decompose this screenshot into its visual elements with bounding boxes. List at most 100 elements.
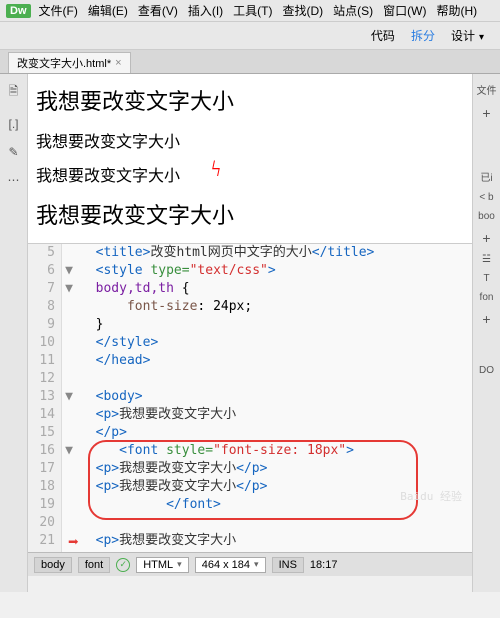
- line-number: 6: [28, 262, 62, 280]
- code-line[interactable]: 10 </style>: [28, 334, 472, 352]
- fold-caret[interactable]: [62, 424, 76, 442]
- brackets-icon[interactable]: [.]: [8, 117, 18, 131]
- status-ok-icon[interactable]: ✓: [116, 558, 130, 572]
- breadcrumb-body[interactable]: body: [34, 557, 72, 573]
- fold-caret[interactable]: [62, 496, 76, 514]
- code-line[interactable]: 6▼ <style type="text/css">: [28, 262, 472, 280]
- panel-boo-label[interactable]: boo: [478, 211, 495, 222]
- breadcrumb-font[interactable]: font: [78, 557, 110, 573]
- line-number: 12: [28, 370, 62, 388]
- menu-tools[interactable]: 工具(T): [233, 2, 272, 19]
- plus-icon-3[interactable]: +: [482, 311, 490, 327]
- line-number: 13: [28, 388, 62, 406]
- fold-caret[interactable]: [62, 244, 76, 262]
- line-number: 19: [28, 496, 62, 514]
- fold-caret[interactable]: [62, 334, 76, 352]
- code-view-button[interactable]: 代码: [371, 27, 395, 44]
- line-number: 14: [28, 406, 62, 424]
- preview-line-2[interactable]: 我想要改变文字大小: [36, 128, 464, 152]
- panel-body-label[interactable]: < b: [479, 192, 493, 203]
- menu-window[interactable]: 窗口(W): [383, 2, 426, 19]
- code-line[interactable]: 20: [28, 514, 472, 532]
- fold-caret[interactable]: [62, 478, 76, 496]
- dimensions-select[interactable]: 464 x 184: [195, 557, 266, 573]
- text-icon[interactable]: T: [483, 273, 489, 284]
- fold-caret[interactable]: ▼: [62, 388, 76, 406]
- line-number: 10: [28, 334, 62, 352]
- app-logo: Dw: [6, 4, 31, 18]
- panel-dom-label[interactable]: DO: [479, 365, 494, 376]
- status-bar: body font ✓ HTML 464 x 184 INS 18:17: [28, 552, 472, 576]
- menu-site[interactable]: 站点(S): [333, 2, 373, 19]
- fold-caret[interactable]: [62, 298, 76, 316]
- file-icon[interactable]: 🗎: [9, 82, 19, 103]
- menu-file[interactable]: 文件(F): [39, 2, 78, 19]
- fold-caret[interactable]: [62, 352, 76, 370]
- code-line[interactable]: 13▼ <body>: [28, 388, 472, 406]
- code-line[interactable]: 15 </p>: [28, 424, 472, 442]
- fold-caret[interactable]: ▼: [62, 262, 76, 280]
- plus-icon-2[interactable]: +: [482, 230, 490, 246]
- menu-find[interactable]: 查找(D): [282, 2, 323, 19]
- line-number: 9: [28, 316, 62, 334]
- menu-help[interactable]: 帮助(H): [436, 2, 477, 19]
- code-line[interactable]: 22 </p>: [28, 550, 472, 552]
- tab-title: 改变文字大小.html*: [17, 55, 111, 71]
- insert-mode[interactable]: INS: [272, 557, 304, 573]
- panel-font-label[interactable]: fon: [480, 292, 494, 303]
- fold-caret[interactable]: [62, 316, 76, 334]
- code-line[interactable]: 7▼ body,td,th {: [28, 280, 472, 298]
- line-number: 11: [28, 352, 62, 370]
- split-view-button[interactable]: 拆分: [411, 27, 435, 44]
- fold-caret[interactable]: [62, 370, 76, 388]
- line-number: 20: [28, 514, 62, 532]
- line-number: 15: [28, 424, 62, 442]
- document-tabbar: 改变文字大小.html* ×: [0, 50, 500, 74]
- fold-caret[interactable]: [62, 406, 76, 424]
- code-line[interactable]: 16▼ <font style="font-size: 18px">: [28, 442, 472, 460]
- fold-caret[interactable]: ▼: [62, 280, 76, 298]
- line-number: 17: [28, 460, 62, 478]
- code-line[interactable]: 12: [28, 370, 472, 388]
- line-number: 18: [28, 478, 62, 496]
- more-icon[interactable]: ⋯: [8, 173, 20, 187]
- fold-caret[interactable]: ▼: [62, 442, 76, 460]
- code-line[interactable]: 9 }: [28, 316, 472, 334]
- line-number: 21: [28, 532, 62, 550]
- design-view-dropdown[interactable]: 设计: [451, 27, 484, 44]
- preview-line-4[interactable]: 我想要改变文字大小: [36, 198, 464, 230]
- left-toolbar: 🗎 [.] ✎ ⋯: [0, 74, 28, 592]
- menu-insert[interactable]: 插入(I): [188, 2, 223, 19]
- menu-view[interactable]: 查看(V): [138, 2, 178, 19]
- code-line[interactable]: 17 <p>我想要改变文字大小</p>: [28, 460, 472, 478]
- bolt-icon: ϟ: [211, 156, 221, 182]
- line-number: 16: [28, 442, 62, 460]
- preview-line-3[interactable]: 我想要改变文字大小: [36, 168, 180, 185]
- panel-files-label[interactable]: 文件: [477, 82, 497, 97]
- watermark: Baidu 经验: [400, 488, 462, 504]
- plus-icon[interactable]: +: [482, 105, 490, 121]
- line-number: 7: [28, 280, 62, 298]
- menu-edit[interactable]: 编辑(E): [88, 2, 128, 19]
- code-line[interactable]: 5 <title>改变html网页中文字的大小</title>: [28, 244, 472, 262]
- tag-icon[interactable]: ☱: [482, 254, 491, 265]
- document-tab[interactable]: 改变文字大小.html* ×: [8, 52, 131, 73]
- line-number: 8: [28, 298, 62, 316]
- code-line[interactable]: 11 </head>: [28, 352, 472, 370]
- menubar: Dw 文件(F) 编辑(E) 查看(V) 插入(I) 工具(T) 查找(D) 站…: [0, 0, 500, 22]
- code-editor[interactable]: 5 <title>改变html网页中文字的大小</title>6▼ <style…: [28, 244, 472, 552]
- preview-line-1[interactable]: 我想要改变文字大小: [36, 84, 464, 116]
- live-preview: 我想要改变文字大小 我想要改变文字大小 我想要改变文字大小 ϟ 我想要改变文字大小: [28, 74, 472, 244]
- right-panel: 文件 + 已i < b boo + ☱ T fon + DO: [472, 74, 500, 592]
- panel-insert-label[interactable]: 已i: [480, 169, 492, 184]
- code-line[interactable]: 14 <p>我想要改变文字大小: [28, 406, 472, 424]
- fold-caret[interactable]: [62, 460, 76, 478]
- wand-icon[interactable]: ✎: [8, 145, 18, 159]
- code-line[interactable]: 21 <p>我想要改变文字大小: [28, 532, 472, 550]
- code-line[interactable]: 8 font-size: 24px;: [28, 298, 472, 316]
- language-select[interactable]: HTML: [136, 557, 188, 573]
- close-icon[interactable]: ×: [115, 57, 121, 69]
- fold-caret[interactable]: [62, 514, 76, 532]
- annotation-arrow: ➡: [68, 532, 79, 552]
- status-time: 18:17: [310, 559, 338, 571]
